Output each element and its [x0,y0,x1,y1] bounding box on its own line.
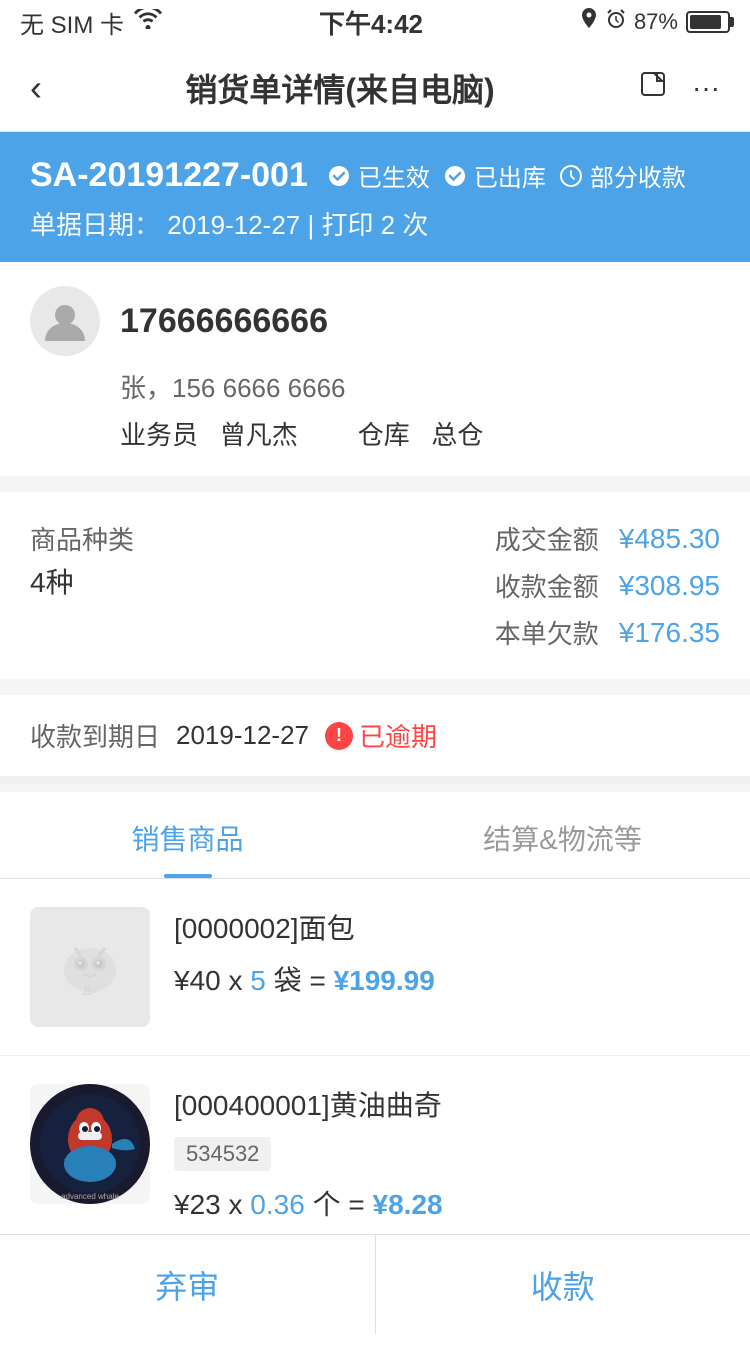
product-name-2: [000400001]黄油曲奇 [174,1084,720,1124]
total-1: ¥199.99 [334,965,435,996]
bottom-bar: 弃审 收款 [0,1234,750,1334]
battery-text: 87% [634,9,678,35]
product-thumb-1: 品+ [30,907,150,1027]
order-id: SA-20191227-001 [30,156,308,195]
product-item-1: 品+ [0000002]面包 ¥40 x 5 袋 = ¥199.99 [0,879,750,1056]
alarm-icon [606,9,626,35]
product-item-2: advanced whale [000400001]黄油曲奇 534532 ¥2… [0,1056,750,1252]
received-amount-value: ¥308.95 [619,570,720,602]
wifi-icon [134,8,162,36]
qty-1: 5 [250,965,266,996]
status-tag-shipped: 已出库 [444,158,546,193]
status-right: 87% [580,8,730,36]
deal-amount-label: 成交金额 [495,520,599,557]
svg-text:advanced whale: advanced whale [61,1192,119,1201]
more-button[interactable]: ··· [692,72,720,104]
product-price-row-2: ¥23 x 0.36 个 = ¥8.28 [174,1183,720,1223]
price-1: ¥40 [174,965,221,996]
print-info: | 打印 2 次 [307,210,428,240]
overdue-badge: ! 已逾期 [325,717,437,754]
received-amount-row: 收款金额 ¥308.95 [495,567,720,604]
share-button[interactable] [638,69,668,106]
nav-icons: ··· [638,69,720,106]
date-label: 单据日期： [30,210,160,240]
owed-amount-row: 本单欠款 ¥176.35 [495,614,720,651]
product-info-2: [000400001]黄油曲奇 534532 ¥23 x 0.36 个 = ¥8… [174,1084,720,1223]
collect-button[interactable]: 收款 [376,1235,750,1334]
stats-section: 商品种类 4种 成交金额 ¥485.30 收款金额 ¥308.95 本单欠款 ¥… [0,492,750,679]
warehouse-value: 总仓 [431,420,483,450]
battery-icon [686,11,730,33]
tab-settlement-logistics[interactable]: 结算&物流等 [375,792,750,878]
back-button[interactable]: ‹ [30,67,42,109]
product-info-1: [0000002]面包 ¥40 x 5 袋 = ¥199.99 [174,907,720,999]
qty-2: 0.36 [250,1189,305,1220]
due-date-value: 2019-12-27 [176,720,309,751]
customer-section: 17666666666 张，156 6666 6666 业务员 曾凡杰 仓库 总… [0,262,750,476]
order-id-row: SA-20191227-001 已生效 已出库 部分收款 [30,156,720,195]
product-price-row-1: ¥40 x 5 袋 = ¥199.99 [174,959,720,999]
status-bar: 无 SIM 卡 下午4:42 87% [0,0,750,44]
order-date: 2019-12-27 [167,210,300,240]
received-amount-label: 收款金额 [495,567,599,604]
product-thumb-2: advanced whale [30,1084,150,1204]
status-tags: 已生效 已出库 部分收款 [328,158,686,193]
salesman-value: 曾凡杰 [220,420,298,450]
product-logo-icon: advanced whale [30,1084,150,1204]
product-thumb-placeholder-1: 品+ [30,907,150,1027]
total-2: ¥8.28 [373,1189,443,1220]
stats-right: 成交金额 ¥485.30 收款金额 ¥308.95 本单欠款 ¥176.35 [495,520,720,651]
overdue-icon: ! [325,722,353,750]
customer-row: 17666666666 [30,286,720,356]
unit-1: 袋 [274,965,302,996]
svg-text:品+: 品+ [83,986,97,996]
tabs-section: 销售商品 结算&物流等 [0,792,750,879]
carrier-text: 无 SIM 卡 [20,5,124,40]
stats-left: 商品种类 4种 [30,520,134,601]
unit-2: 个 [313,1189,341,1220]
nav-title: 销货单详情(来自电脑) [185,65,494,111]
overdue-text: 已逾期 [359,717,437,754]
product-sku-2: 534532 [174,1137,271,1171]
customer-meta: 业务员 曾凡杰 仓库 总仓 [120,415,720,452]
customer-name-phone: 张，156 6666 6666 [120,368,720,405]
order-header: SA-20191227-001 已生效 已出库 部分收款 单据日期： 2019-… [0,132,750,262]
due-section: 收款到期日 2019-12-27 ! 已逾期 [0,695,750,784]
location-icon [580,8,598,36]
status-tag-partial: 部分收款 [560,158,686,193]
deal-amount-row: 成交金额 ¥485.30 [495,520,720,557]
product-types-label: 商品种类 [30,520,134,557]
salesman-row: 业务员 曾凡杰 [120,415,298,452]
status-time: 下午4:42 [319,4,423,41]
customer-avatar [30,286,100,356]
deal-amount-value: ¥485.30 [619,523,720,555]
salesman-label: 业务员 [120,420,198,450]
owed-amount-label: 本单欠款 [495,614,599,651]
nav-bar: ‹ 销货单详情(来自电脑) ··· [0,44,750,132]
product-name-1: [0000002]面包 [174,907,720,947]
abandon-button[interactable]: 弃审 [0,1235,376,1334]
price-2: ¥23 [174,1189,221,1220]
order-date-row: 单据日期： 2019-12-27 | 打印 2 次 [30,205,720,242]
tab-sales-products[interactable]: 销售商品 [0,792,375,878]
owl-icon: 品+ [55,932,125,1002]
status-left: 无 SIM 卡 [20,5,162,40]
warehouse-row: 仓库 总仓 [358,415,484,452]
due-label: 收款到期日 [30,717,160,754]
warehouse-label: 仓库 [358,420,410,450]
owed-amount-value: ¥176.35 [619,617,720,649]
avatar-icon [43,299,87,343]
status-tag-effective: 已生效 [328,158,430,193]
battery-fill [690,15,721,29]
customer-id: 17666666666 [120,302,328,341]
product-types-value: 4种 [30,561,134,601]
